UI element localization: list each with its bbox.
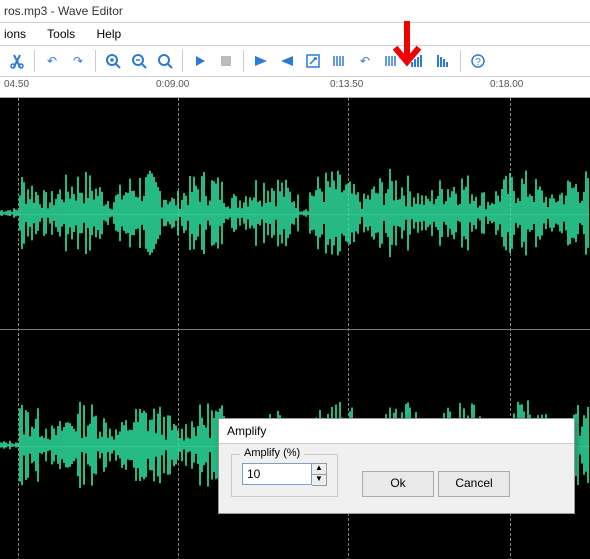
amplify-up-icon[interactable] xyxy=(404,49,430,73)
amplify-legend: Amplify (%) xyxy=(240,447,304,459)
ruler-tick: 0:18.00 xyxy=(490,79,523,90)
amplify-fieldset: Amplify (%) ▲ ▼ xyxy=(231,454,338,497)
scissors-icon[interactable] xyxy=(4,49,30,73)
menu-help[interactable]: Help xyxy=(97,27,122,41)
undo-icon[interactable]: ↶ xyxy=(39,49,65,73)
ok-button[interactable]: Ok xyxy=(362,471,434,497)
cancel-button[interactable]: Cancel xyxy=(438,471,510,497)
zoom-fit-icon[interactable] xyxy=(152,49,178,73)
fade-out-icon[interactable] xyxy=(274,49,300,73)
play-icon[interactable] xyxy=(187,49,213,73)
menu-actions[interactable]: ions xyxy=(4,27,26,41)
zoom-out-icon[interactable] xyxy=(126,49,152,73)
zoom-in-icon[interactable] xyxy=(100,49,126,73)
redo-icon[interactable]: ↷ xyxy=(65,49,91,73)
spinner-down-icon[interactable]: ▼ xyxy=(312,475,326,485)
revert-icon[interactable]: ↶ xyxy=(352,49,378,73)
toolbar: ↶ ↷ ↶ ? xyxy=(0,46,590,77)
amplify-dialog: Amplify Amplify (%) ▲ ▼ Ok Cancel xyxy=(218,418,575,514)
waveform-track-left xyxy=(0,98,590,330)
time-ruler: 04.50 0:09.00 0:13.50 0:18.00 xyxy=(0,77,590,98)
waveform-area[interactable]: Amplify Amplify (%) ▲ ▼ Ok Cancel xyxy=(0,98,590,559)
menu-bar: ions Tools Help xyxy=(0,23,590,46)
insert-silence-icon[interactable] xyxy=(300,49,326,73)
svg-text:?: ? xyxy=(475,57,481,68)
ruler-tick: 0:09.00 xyxy=(156,79,189,90)
amplify-down-icon[interactable] xyxy=(430,49,456,73)
help-icon[interactable]: ? xyxy=(465,49,491,73)
dialog-title: Amplify xyxy=(219,419,574,444)
effect-icon-2[interactable] xyxy=(378,49,404,73)
amplify-value-input[interactable] xyxy=(242,463,312,485)
ruler-tick: 0:13.50 xyxy=(330,79,363,90)
stop-icon[interactable] xyxy=(213,49,239,73)
menu-tools[interactable]: Tools xyxy=(47,27,75,41)
window-title: ros.mp3 - Wave Editor xyxy=(0,0,590,23)
effect-icon-1[interactable] xyxy=(326,49,352,73)
fade-in-icon[interactable] xyxy=(248,49,274,73)
ruler-tick: 04.50 xyxy=(4,79,29,90)
